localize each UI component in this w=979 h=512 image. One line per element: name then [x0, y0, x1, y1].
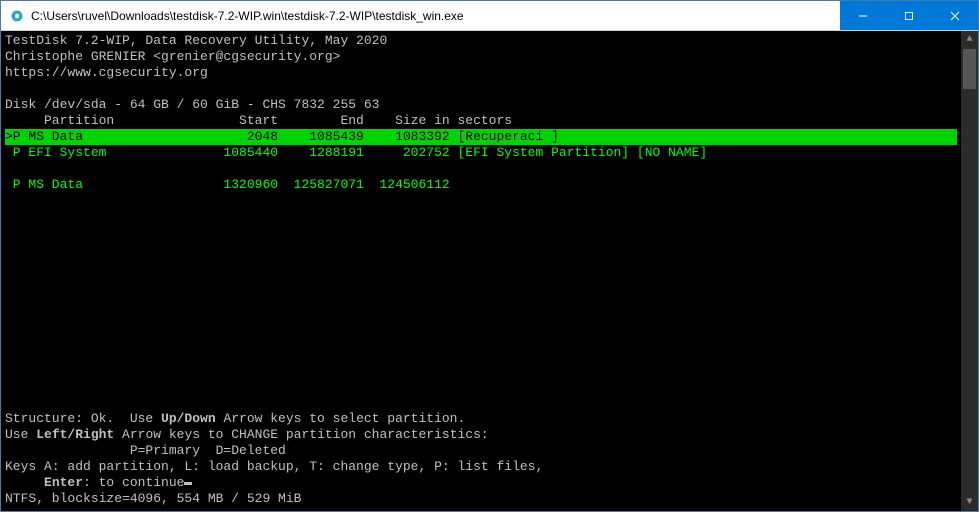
console-wrap: TestDisk 7.2-WIP, Data Recovery Utility,… [1, 31, 978, 511]
structure-line: Structure: Ok. Use Up/Down Arrow keys to… [5, 411, 465, 426]
partition-row[interactable]: P EFI System 1085440 1288191 202752 [EFI… [5, 145, 957, 161]
partition-row[interactable]: P MS Data 1320960 125827071 124506112 [5, 177, 957, 193]
close-button[interactable] [932, 1, 978, 30]
app-window: C:\Users\ruvel\Downloads\testdisk-7.2-WI… [0, 0, 979, 512]
legend-line: P=Primary D=Deleted [5, 443, 286, 458]
partition-row-selected[interactable]: >P MS Data 2048 1085439 1083392 [Recuper… [5, 129, 957, 145]
titlebar[interactable]: C:\Users\ruvel\Downloads\testdisk-7.2-WI… [1, 1, 978, 31]
footer: Structure: Ok. Use Up/Down Arrow keys to… [5, 411, 957, 507]
maximize-button[interactable] [886, 1, 932, 30]
vertical-scrollbar[interactable]: ▲ ▼ [961, 31, 978, 511]
fs-line: NTFS, blocksize=4096, 554 MB / 529 MiB [5, 491, 301, 506]
scroll-down-icon[interactable]: ▼ [961, 494, 978, 511]
header-line-3: https://www.cgsecurity.org [5, 65, 208, 80]
window-controls [840, 1, 978, 30]
keys-line: Keys A: add partition, L: load backup, T… [5, 459, 543, 474]
scroll-up-icon[interactable]: ▲ [961, 31, 978, 48]
leftright-line: Use Left/Right Arrow keys to CHANGE part… [5, 427, 489, 442]
disk-line: Disk /dev/sda - 64 GB / 60 GiB - CHS 783… [5, 97, 379, 112]
scroll-thumb[interactable] [963, 49, 976, 89]
console[interactable]: TestDisk 7.2-WIP, Data Recovery Utility,… [1, 31, 961, 511]
cursor-icon [184, 482, 192, 485]
app-icon [9, 8, 25, 24]
header-line-1: TestDisk 7.2-WIP, Data Recovery Utility,… [5, 33, 387, 48]
minimize-button[interactable] [840, 1, 886, 30]
enter-line: Enter: to continue [5, 475, 192, 490]
header-line-2: Christophe GRENIER <grenier@cgsecurity.o… [5, 49, 340, 64]
column-headers: Partition Start End Size in sectors [5, 113, 512, 128]
window-title: C:\Users\ruvel\Downloads\testdisk-7.2-WI… [31, 9, 840, 23]
